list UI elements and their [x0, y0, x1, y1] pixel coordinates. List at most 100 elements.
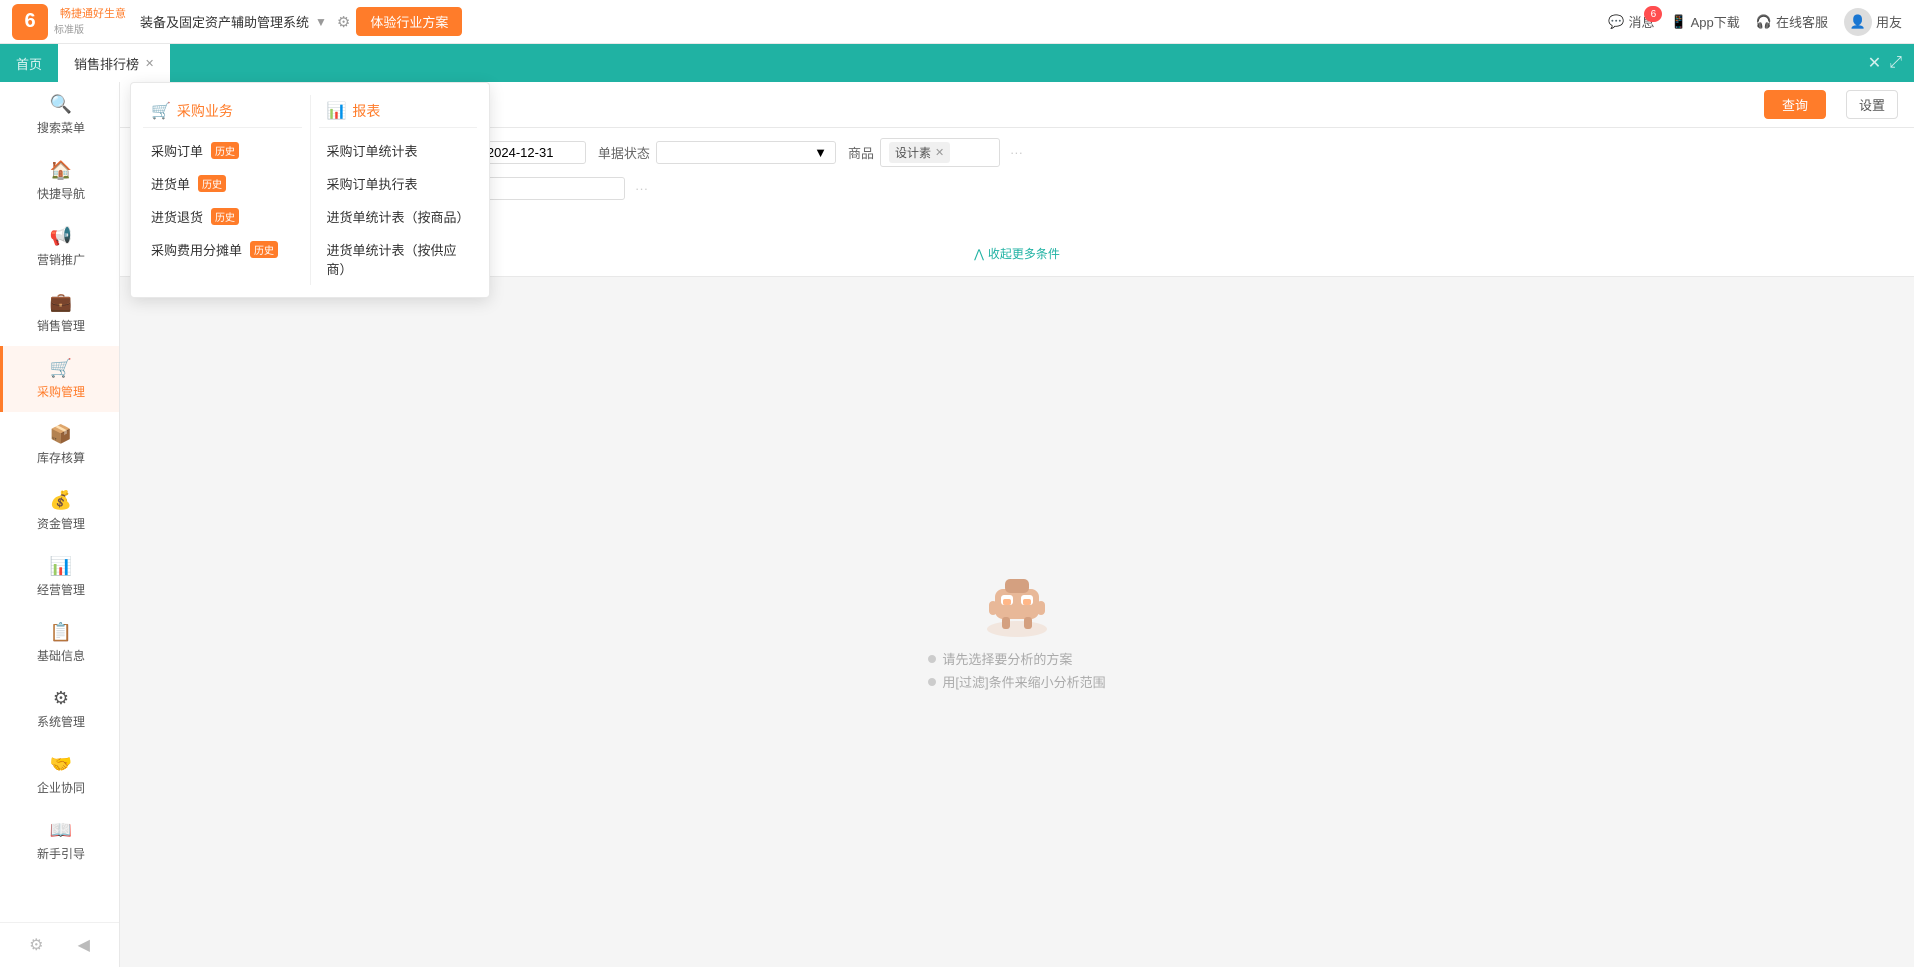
sidebar-label-search: 搜索菜单	[37, 119, 85, 136]
salesperson-dots[interactable]: ···	[635, 181, 648, 196]
sidebar-item-funds[interactable]: 💰 资金管理	[0, 478, 119, 544]
col-divider	[310, 95, 311, 285]
dropdown-stockin-by-supplier[interactable]: 进货单统计表（按供应商）	[319, 233, 478, 285]
sys-gear-icon[interactable]: ⚙	[337, 13, 350, 31]
messages-badge: 6	[1644, 6, 1662, 22]
online-service-btn[interactable]: 🎧 在线客服	[1756, 12, 1828, 31]
empty-hint-2: 用[过滤]条件来缩小分析范围	[928, 672, 1105, 691]
product-tag-value: 设计素	[895, 144, 931, 161]
dropdown-purchase-order[interactable]: 采购订单 历史	[143, 134, 302, 167]
product-label: 商品	[848, 143, 874, 162]
sidebar-label-operations: 经营管理	[37, 581, 85, 598]
online-service-label: 在线客服	[1776, 12, 1828, 31]
hist-badge-3: 历史	[211, 208, 239, 225]
dropdown-purchase-expense[interactable]: 采购费用分摊单 历史	[143, 233, 302, 266]
tab-close-icon[interactable]: ✕	[145, 57, 154, 70]
sidebar-item-quick-nav[interactable]: 🏠 快捷导航	[0, 148, 119, 214]
date-end-input[interactable]	[487, 145, 577, 160]
report-col-header: 📊 报表	[319, 95, 478, 128]
dropdown-cols: 🛒 采购业务 采购订单 历史 进货单 历史 进货退货 历史 采购费用分摊单 历史	[143, 95, 477, 285]
headset-icon: 🎧	[1756, 14, 1772, 30]
settings-btn[interactable]: 设置	[1846, 90, 1898, 119]
sidebar-item-guide[interactable]: 📖 新手引导	[0, 808, 119, 874]
hist-badge-1: 历史	[211, 142, 239, 159]
logo-text: 畅捷通好生意	[60, 7, 126, 21]
tab-home-label: 首页	[16, 54, 42, 73]
sales-icon: 💼	[50, 292, 72, 313]
tab-home[interactable]: 首页	[0, 44, 58, 82]
logo-sub: 标准版	[54, 21, 126, 36]
sidebar-label-purchase: 采购管理	[37, 383, 85, 400]
app-download-btn[interactable]: 📱 App下载	[1670, 12, 1739, 31]
sidebar-bottom: ⚙ ◀	[0, 922, 119, 967]
sidebar-item-search[interactable]: 🔍 搜索菜单	[0, 82, 119, 148]
collapse-icon: ⋀	[974, 247, 984, 261]
settings-bottom-icon[interactable]: ⚙	[29, 935, 43, 955]
product-control[interactable]: 设计素 ✕	[880, 138, 1000, 167]
sidebar-label-quick-nav: 快捷导航	[37, 185, 85, 202]
tab-sales-rank[interactable]: 销售排行榜 ✕	[58, 44, 170, 82]
sidebar-item-inventory[interactable]: 📦 库存核算	[0, 412, 119, 478]
sidebar-item-system[interactable]: ⚙ 系统管理	[0, 676, 119, 742]
sidebar-label-guide: 新手引导	[37, 845, 85, 862]
avatar: 👤	[1844, 8, 1872, 36]
order-exec-label: 采购订单执行表	[327, 174, 418, 193]
purchase-order-label: 采购订单	[151, 141, 203, 160]
tab-close-all-icon[interactable]: ✕	[1868, 53, 1881, 73]
tab-sales-rank-label: 销售排行榜	[74, 54, 139, 73]
dropdown-stock-return[interactable]: 进货退货 历史	[143, 200, 302, 233]
guide-icon: 📖	[50, 820, 72, 841]
basic-info-icon: 📋	[50, 622, 72, 643]
status-select[interactable]: ▼	[656, 141, 836, 164]
report-col-title: 报表	[352, 101, 380, 121]
hint2-text: 用[过滤]条件来缩小分析范围	[942, 672, 1105, 691]
hint1-text: 请先选择要分析的方案	[942, 649, 1072, 668]
topbar-right: 💬 消息 6 📱 App下载 🎧 在线客服 👤 用友	[1608, 8, 1902, 36]
tab-maximize-icon[interactable]: ⤢	[1889, 54, 1902, 72]
sidebar-item-sales[interactable]: 💼 销售管理	[0, 280, 119, 346]
collapse-btn[interactable]: ⋀ 收起更多条件	[974, 245, 1060, 262]
dropdown-order-exec[interactable]: 采购订单执行表	[319, 167, 478, 200]
purchase-dropdown-menu: 🛒 采购业务 采购订单 历史 进货单 历史 进货退货 历史 采购费用分摊单 历史	[130, 82, 490, 298]
sidebar-item-basic-info[interactable]: 📋 基础信息	[0, 610, 119, 676]
status-label: 单据状态	[598, 143, 650, 162]
dot1	[928, 655, 936, 663]
collapse-sidebar-icon[interactable]: ◀	[78, 935, 90, 955]
stock-in-label: 进货单	[151, 174, 190, 193]
query-btn[interactable]: 查询	[1764, 90, 1826, 119]
app-download-label: App下载	[1691, 12, 1740, 31]
product-tag-close[interactable]: ✕	[935, 146, 944, 159]
system-icon: ⚙	[53, 688, 69, 709]
purchase-expense-label: 采购费用分摊单	[151, 240, 242, 259]
user-btn[interactable]: 👤 用友	[1844, 8, 1902, 36]
messages-btn[interactable]: 💬 消息 6	[1608, 12, 1654, 31]
report-col-icon: 📊	[327, 101, 347, 121]
enterprise-icon: 🤝	[50, 754, 72, 775]
purchase-col: 🛒 采购业务 采购订单 历史 进货单 历史 进货退货 历史 采购费用分摊单 历史	[143, 95, 302, 285]
sidebar-item-marketing[interactable]: 📢 营销推广	[0, 214, 119, 280]
dropdown-stock-in[interactable]: 进货单 历史	[143, 167, 302, 200]
empty-state: 请先选择要分析的方案 用[过滤]条件来缩小分析范围	[928, 549, 1105, 695]
user-label: 用友	[1876, 12, 1902, 31]
stockin-by-supplier-label: 进货单统计表（按供应商）	[327, 240, 470, 278]
hist-badge-4: 历史	[250, 241, 278, 258]
product-dots[interactable]: ···	[1010, 145, 1023, 160]
industry-btn[interactable]: 体验行业方案	[356, 7, 462, 36]
status-arrow: ▼	[814, 145, 827, 160]
purchase-col-icon: 🛒	[151, 101, 171, 121]
tabbar-actions: ✕ ⤢	[1868, 53, 1914, 73]
sidebar-item-enterprise[interactable]: 🤝 企业协同	[0, 742, 119, 808]
dropdown-order-stat[interactable]: 采购订单统计表	[319, 134, 478, 167]
sys-dropdown-arrow[interactable]: ▼	[315, 15, 327, 29]
stock-return-label: 进货退货	[151, 207, 203, 226]
report-col: 📊 报表 采购订单统计表 采购订单执行表 进货单统计表（按商品） 进货单统计表（…	[319, 95, 478, 285]
sidebar-label-inventory: 库存核算	[37, 449, 85, 466]
product-tag: 设计素 ✕	[889, 142, 950, 163]
sidebar-item-operations[interactable]: 📊 经营管理	[0, 544, 119, 610]
order-stat-label: 采购订单统计表	[327, 141, 418, 160]
filter-product: 商品 设计素 ✕ ···	[848, 138, 1023, 167]
tabbar: 首页 销售排行榜 ✕ ✕ ⤢	[0, 44, 1914, 82]
sidebar-item-purchase[interactable]: 🛒 采购管理	[0, 346, 119, 412]
dropdown-stockin-by-product[interactable]: 进货单统计表（按商品）	[319, 200, 478, 233]
sidebar-label-sales: 销售管理	[37, 317, 85, 334]
